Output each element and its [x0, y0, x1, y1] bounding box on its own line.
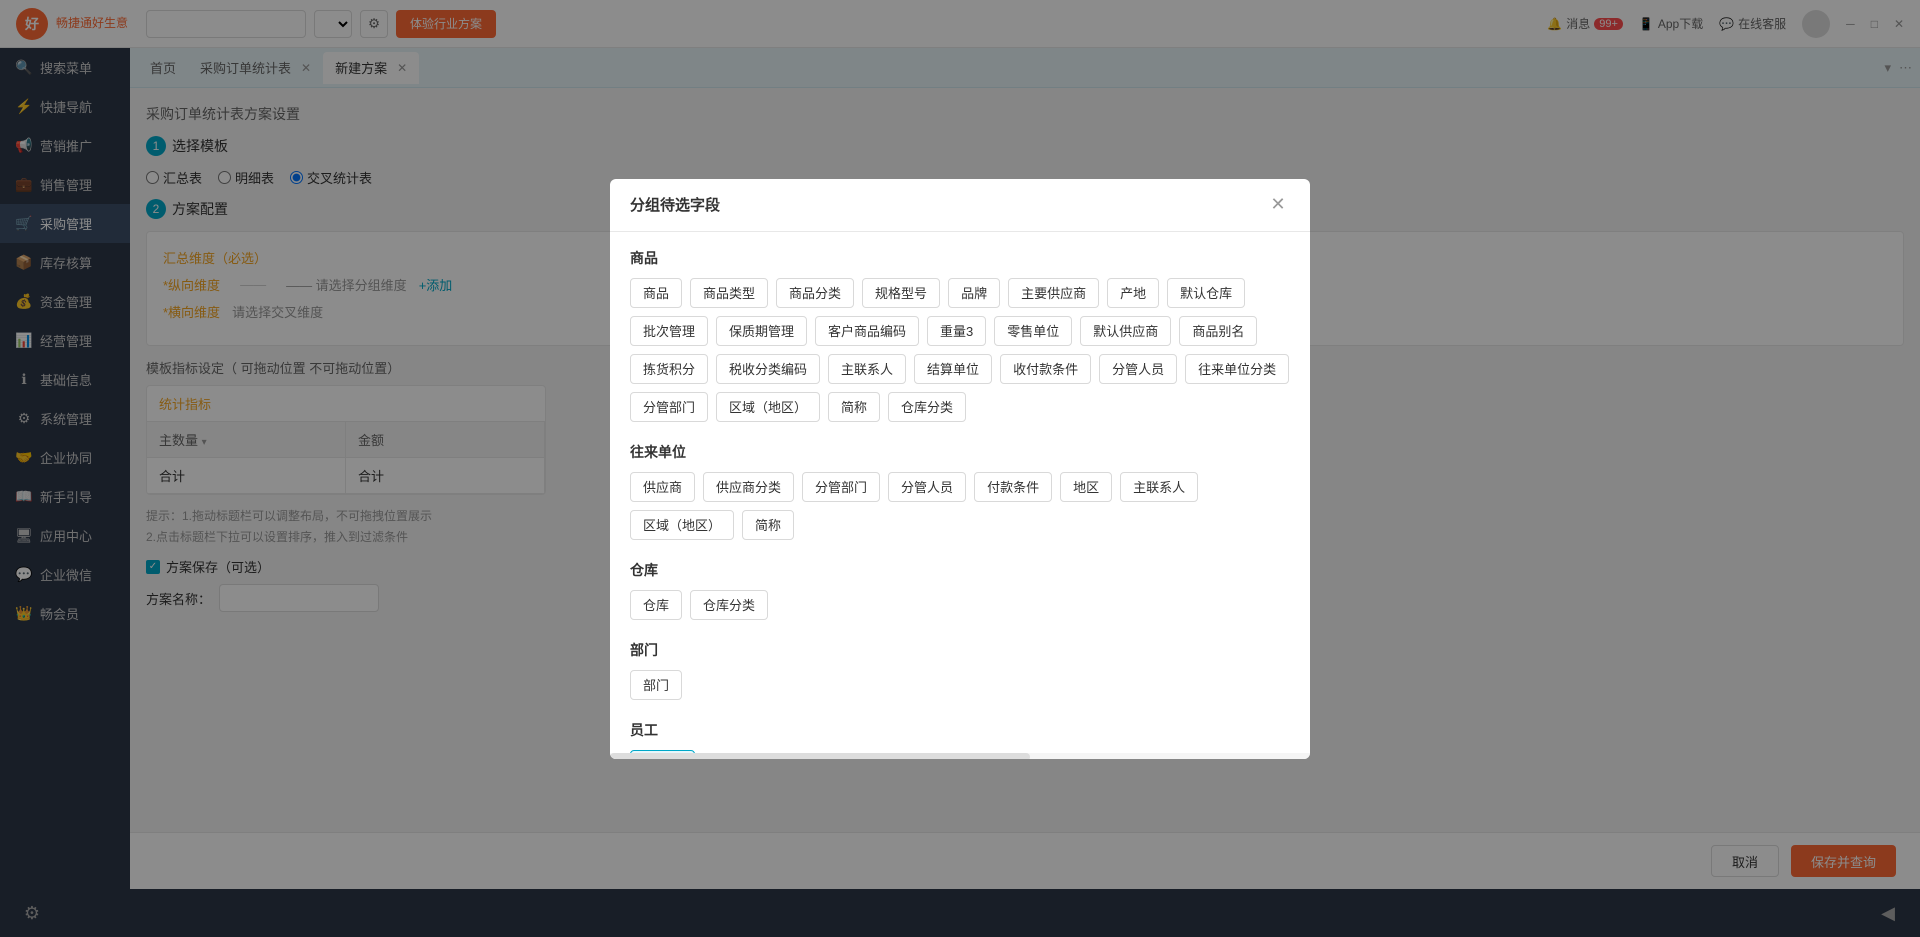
field-tag[interactable]: 客户商品编码 — [815, 316, 919, 346]
field-tags: 商品商品类型商品分类规格型号品牌主要供应商产地默认仓库批次管理保质期管理客户商品… — [630, 278, 1290, 422]
field-tag[interactable]: 重量3 — [927, 316, 986, 346]
field-tag[interactable]: 区域（地区） — [630, 510, 734, 540]
field-tag[interactable]: 地区 — [1060, 472, 1112, 502]
field-tag[interactable]: 供应商 — [630, 472, 695, 502]
field-tag[interactable]: 商品 — [630, 278, 682, 308]
field-group-部门: 部门部门 — [630, 640, 1290, 700]
field-group-title: 往来单位 — [630, 442, 1290, 462]
field-tag[interactable]: 商品类型 — [690, 278, 768, 308]
modal-header: 分组待选字段 ✕ — [610, 179, 1310, 232]
field-tag[interactable]: 往来单位分类 — [1185, 354, 1289, 384]
field-tag[interactable]: 零售单位 — [994, 316, 1072, 346]
field-tag[interactable]: 分管部门 — [802, 472, 880, 502]
field-tag[interactable]: 品牌 — [948, 278, 1000, 308]
field-tags: 供应商供应商分类分管部门分管人员付款条件地区主联系人区域（地区） 简称 — [630, 472, 1290, 540]
field-group-仓库: 仓库仓库仓库分类 — [630, 560, 1290, 620]
field-tags: 仓库仓库分类 — [630, 590, 1290, 620]
field-group-员工: 员工业务员 — [630, 720, 1290, 753]
modal-scroll-thumb — [610, 753, 1030, 759]
field-group-title: 仓库 — [630, 560, 1290, 580]
field-tag[interactable]: 主要供应商 — [1008, 278, 1099, 308]
field-tag[interactable]: 主联系人 — [828, 354, 906, 384]
field-tag[interactable]: 商品分类 — [776, 278, 854, 308]
field-tag[interactable]: 收付款条件 — [1000, 354, 1091, 384]
field-group-商品: 商品商品商品类型商品分类规格型号品牌主要供应商产地默认仓库批次管理保质期管理客户… — [630, 248, 1290, 422]
field-tag[interactable]: 简称 — [742, 510, 794, 540]
modal: 分组待选字段 ✕ 商品商品商品类型商品分类规格型号品牌主要供应商产地默认仓库批次… — [610, 179, 1310, 759]
field-tag[interactable]: 规格型号 — [862, 278, 940, 308]
field-tag[interactable]: 结算单位 — [914, 354, 992, 384]
field-tag[interactable]: 简称 — [828, 392, 880, 422]
field-tag[interactable]: 产地 — [1107, 278, 1159, 308]
field-tag[interactable]: 区域（地区） — [716, 392, 820, 422]
modal-title: 分组待选字段 — [630, 194, 720, 215]
field-tag[interactable]: 保质期管理 — [716, 316, 807, 346]
field-tag[interactable]: 仓库 — [630, 590, 682, 620]
field-tag[interactable]: 商品别名 — [1179, 316, 1257, 346]
field-tag[interactable]: 默认供应商 — [1080, 316, 1171, 346]
field-group-title: 商品 — [630, 248, 1290, 268]
field-tag[interactable]: 部门 — [630, 670, 682, 700]
field-tag[interactable]: 仓库分类 — [690, 590, 768, 620]
field-tag[interactable]: 批次管理 — [630, 316, 708, 346]
field-group-title: 员工 — [630, 720, 1290, 740]
field-group-往来单位: 往来单位供应商供应商分类分管部门分管人员付款条件地区主联系人区域（地区） 简称 — [630, 442, 1290, 540]
field-tag[interactable]: 付款条件 — [974, 472, 1052, 502]
field-tag[interactable]: 分管人员 — [888, 472, 966, 502]
field-group-title: 部门 — [630, 640, 1290, 660]
modal-scroll-bar[interactable] — [610, 753, 1310, 759]
field-tag[interactable]: 仓库分类 — [888, 392, 966, 422]
field-tag[interactable]: 税收分类编码 — [716, 354, 820, 384]
field-tag[interactable]: 分管部门 — [630, 392, 708, 422]
modal-close-button[interactable]: ✕ — [1266, 193, 1290, 217]
field-tag[interactable]: 分管人员 — [1099, 354, 1177, 384]
field-tags: 部门 — [630, 670, 1290, 700]
modal-body: 商品商品商品类型商品分类规格型号品牌主要供应商产地默认仓库批次管理保质期管理客户… — [610, 232, 1310, 753]
field-tag[interactable]: 主联系人 — [1120, 472, 1198, 502]
field-tag[interactable]: 默认仓库 — [1167, 278, 1245, 308]
field-tag[interactable]: 拣货积分 — [630, 354, 708, 384]
field-tag[interactable]: 供应商分类 — [703, 472, 794, 502]
modal-overlay[interactable]: 分组待选字段 ✕ 商品商品商品类型商品分类规格型号品牌主要供应商产地默认仓库批次… — [0, 0, 1920, 937]
